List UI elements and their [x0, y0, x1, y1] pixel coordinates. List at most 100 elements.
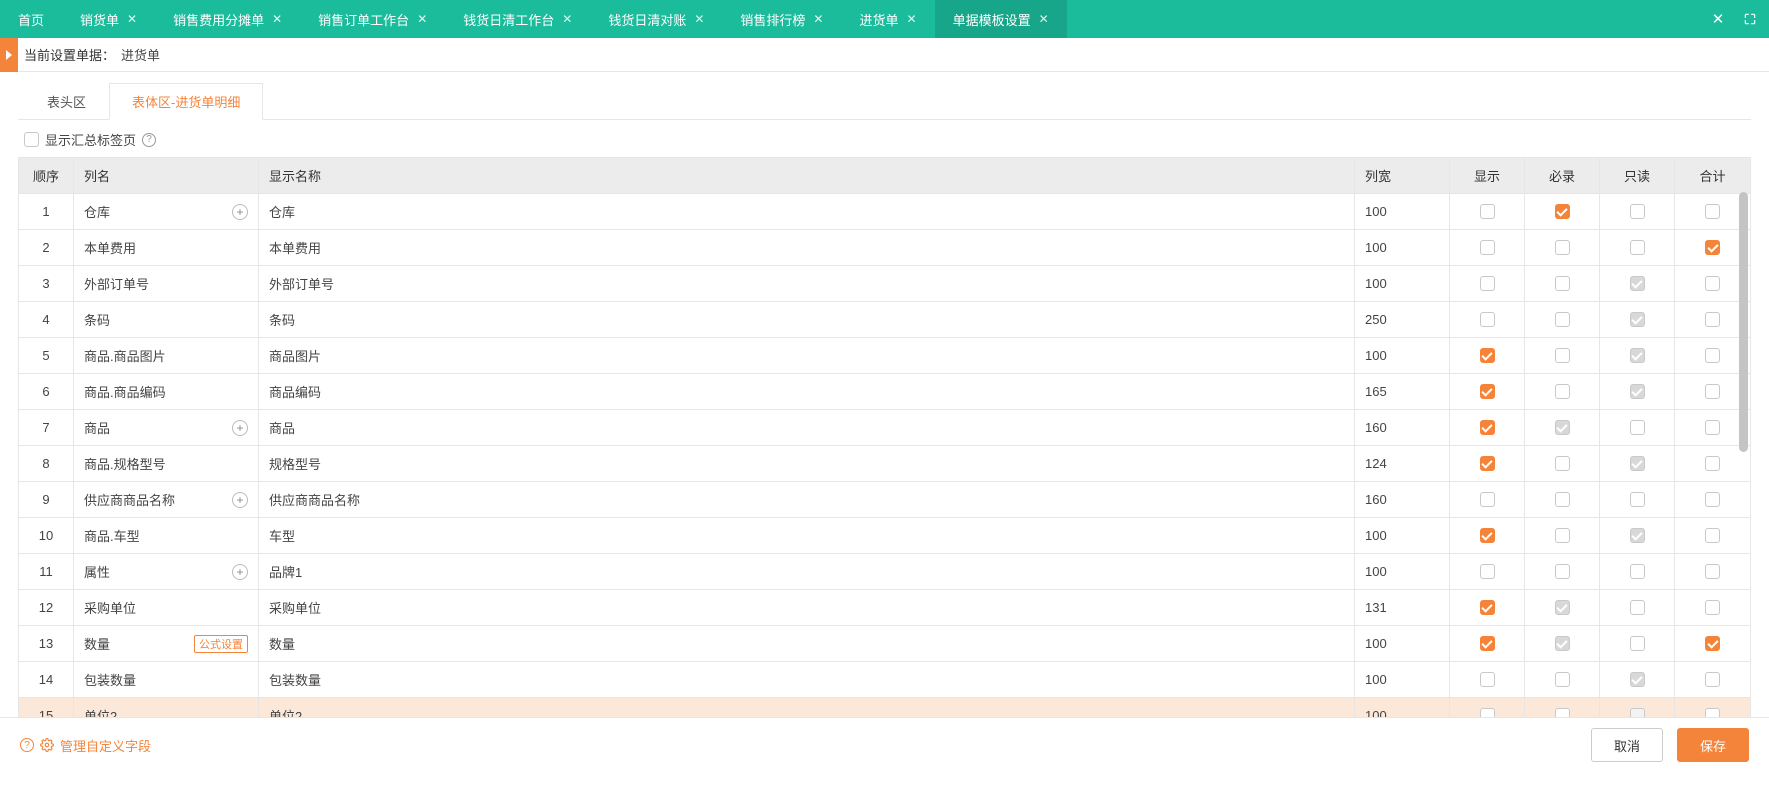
checkbox[interactable]	[1705, 672, 1720, 687]
checkbox[interactable]	[1630, 420, 1645, 435]
cell-display-name[interactable]: 车型	[259, 518, 1355, 553]
cell-width[interactable]: 160	[1355, 482, 1450, 517]
checkbox[interactable]	[1480, 672, 1495, 687]
table-row[interactable]: 6商品.商品编码商品编码165	[19, 373, 1750, 409]
top-tab-6[interactable]: 销售排行榜✕	[722, 0, 841, 38]
cell-display-name[interactable]: 规格型号	[259, 446, 1355, 481]
top-tab-8[interactable]: 单据模板设置✕	[935, 0, 1067, 38]
checkbox[interactable]	[1555, 672, 1570, 687]
cell-width[interactable]: 160	[1355, 410, 1450, 445]
checkbox[interactable]	[1705, 204, 1720, 219]
checkbox[interactable]	[1630, 240, 1645, 255]
checkbox[interactable]	[1705, 636, 1720, 651]
table-row[interactable]: 1仓库+仓库100	[19, 193, 1750, 229]
close-icon[interactable]: ✕	[417, 12, 427, 26]
scrollbar-thumb[interactable]	[1739, 192, 1748, 452]
cell-width[interactable]: 131	[1355, 590, 1450, 625]
cell-width[interactable]: 100	[1355, 554, 1450, 589]
top-tab-4[interactable]: 钱货日清工作台✕	[445, 0, 590, 38]
cell-width[interactable]: 100	[1355, 626, 1450, 661]
cell-width[interactable]: 124	[1355, 446, 1450, 481]
cell-display-name[interactable]: 采购单位	[259, 590, 1355, 625]
cell-width[interactable]: 100	[1355, 338, 1450, 373]
cell-display-name[interactable]: 品牌1	[259, 554, 1355, 589]
cell-display-name[interactable]: 供应商商品名称	[259, 482, 1355, 517]
table-row[interactable]: 4条码条码250	[19, 301, 1750, 337]
checkbox[interactable]	[1480, 600, 1495, 615]
close-icon[interactable]: ✕	[694, 12, 704, 26]
cancel-button[interactable]: 取消	[1591, 728, 1663, 762]
cell-display-name[interactable]: 本单费用	[259, 230, 1355, 265]
checkbox[interactable]	[1705, 384, 1720, 399]
checkbox[interactable]	[1630, 564, 1645, 579]
checkbox[interactable]	[1555, 348, 1570, 363]
table-row[interactable]: 14包装数量包装数量100	[19, 661, 1750, 697]
checkbox[interactable]	[1630, 636, 1645, 651]
table-row[interactable]: 5商品.商品图片商品图片100	[19, 337, 1750, 373]
checkbox[interactable]	[1480, 636, 1495, 651]
checkbox[interactable]	[1705, 600, 1720, 615]
close-icon[interactable]: ✕	[127, 12, 137, 26]
checkbox[interactable]	[1555, 204, 1570, 219]
checkbox[interactable]	[1480, 420, 1495, 435]
close-icon[interactable]: ✕	[1039, 12, 1049, 26]
cell-display-name[interactable]: 条码	[259, 302, 1355, 337]
checkbox[interactable]	[1480, 240, 1495, 255]
add-icon[interactable]: +	[232, 564, 248, 580]
cell-width[interactable]: 100	[1355, 518, 1450, 553]
sidebar-toggle-icon[interactable]	[0, 38, 18, 72]
checkbox[interactable]	[1555, 240, 1570, 255]
cell-width[interactable]: 100	[1355, 662, 1450, 697]
checkbox[interactable]	[1705, 312, 1720, 327]
checkbox[interactable]	[1480, 492, 1495, 507]
close-icon[interactable]: ✕	[907, 12, 917, 26]
checkbox[interactable]	[1480, 204, 1495, 219]
top-tab-1[interactable]: 销货单✕	[62, 0, 155, 38]
inner-tab-0[interactable]: 表头区	[24, 83, 109, 119]
top-tab-0[interactable]: 首页	[0, 0, 62, 38]
table-row[interactable]: 3外部订单号外部订单号100	[19, 265, 1750, 301]
top-tab-3[interactable]: 销售订单工作台✕	[300, 0, 445, 38]
checkbox[interactable]	[1555, 384, 1570, 399]
checkbox[interactable]	[1480, 456, 1495, 471]
table-row[interactable]: 10商品.车型车型100	[19, 517, 1750, 553]
checkbox[interactable]	[1480, 564, 1495, 579]
cell-width[interactable]: 100	[1355, 266, 1450, 301]
add-icon[interactable]: +	[232, 420, 248, 436]
top-tab-7[interactable]: 进货单✕	[841, 0, 934, 38]
cell-width[interactable]: 250	[1355, 302, 1450, 337]
checkbox[interactable]	[1480, 312, 1495, 327]
close-icon[interactable]: ✕	[813, 12, 823, 26]
checkbox[interactable]	[1630, 492, 1645, 507]
cell-display-name[interactable]: 商品编码	[259, 374, 1355, 409]
checkbox[interactable]	[1705, 456, 1720, 471]
cell-width[interactable]: 165	[1355, 374, 1450, 409]
show-summary-checkbox[interactable]	[24, 132, 39, 147]
footer-help-icon[interactable]: ?	[20, 738, 34, 752]
checkbox[interactable]	[1630, 600, 1645, 615]
table-row[interactable]: 13数量公式设置数量100	[19, 625, 1750, 661]
add-icon[interactable]: +	[232, 204, 248, 220]
table-row[interactable]: 12采购单位采购单位131	[19, 589, 1750, 625]
checkbox[interactable]	[1705, 420, 1720, 435]
checkbox[interactable]	[1480, 348, 1495, 363]
help-icon[interactable]: ?	[142, 133, 156, 147]
top-tab-5[interactable]: 钱货日清对账✕	[590, 0, 722, 38]
checkbox[interactable]	[1555, 276, 1570, 291]
cell-display-name[interactable]: 商品	[259, 410, 1355, 445]
checkbox[interactable]	[1555, 564, 1570, 579]
checkbox[interactable]	[1705, 240, 1720, 255]
cell-display-name[interactable]: 外部订单号	[259, 266, 1355, 301]
checkbox[interactable]	[1705, 276, 1720, 291]
cell-display-name[interactable]: 数量	[259, 626, 1355, 661]
checkbox[interactable]	[1555, 456, 1570, 471]
table-row[interactable]: 2本单费用本单费用100	[19, 229, 1750, 265]
cell-width[interactable]: 100	[1355, 230, 1450, 265]
cell-display-name[interactable]: 包装数量	[259, 662, 1355, 697]
checkbox[interactable]	[1480, 528, 1495, 543]
inner-tab-1[interactable]: 表体区-进货单明细	[109, 83, 263, 120]
scrollbar[interactable]	[1739, 192, 1748, 733]
formula-button[interactable]: 公式设置	[194, 635, 248, 653]
top-tab-2[interactable]: 销售费用分摊单✕	[155, 0, 300, 38]
checkbox[interactable]	[1555, 312, 1570, 327]
